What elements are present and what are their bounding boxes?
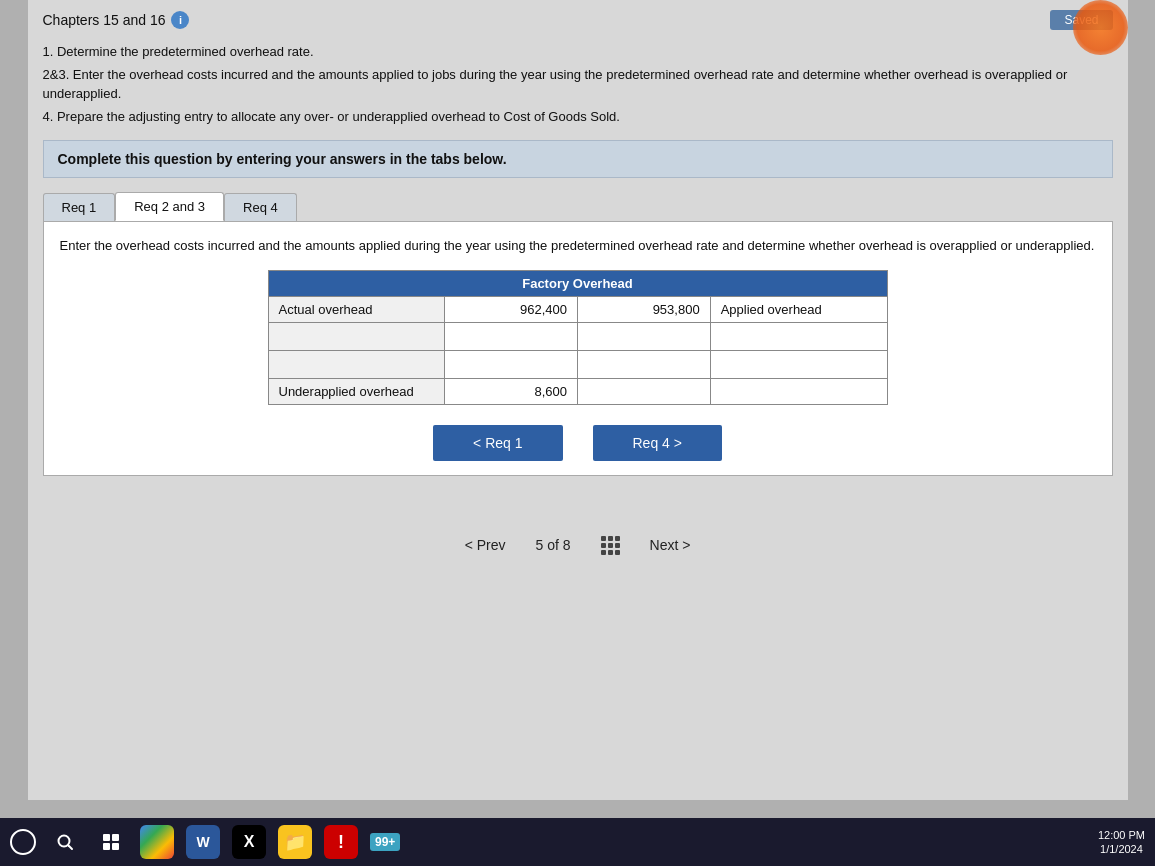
header-row: Chapters 15 and 16 i Saved: [43, 10, 1113, 30]
taskbar-notification-badge[interactable]: 99+: [370, 833, 400, 851]
table-row: Actual overhead 962,400 953,800 Applied …: [268, 296, 887, 322]
chapter-title-text: Chapters 15 and 16: [43, 12, 166, 28]
chapter-title: Chapters 15 and 16 i: [43, 11, 190, 29]
instruction-box-text: Complete this question by entering your …: [58, 151, 507, 167]
row3-left-label: [268, 350, 445, 378]
taskbar-time-value: 12:00 PM: [1098, 828, 1145, 842]
row4-left-value[interactable]: 8,600: [445, 378, 578, 404]
page-info: 5 of 8: [535, 537, 570, 553]
grid-dot: [615, 536, 620, 541]
row2-right-value[interactable]: [577, 322, 710, 350]
taskbar-time: 12:00 PM 1/1/2024: [1098, 828, 1145, 857]
tab-description: Enter the overhead costs incurred and th…: [60, 236, 1096, 256]
row1-right-label: Applied overhead: [710, 296, 887, 322]
row2-right-label: [710, 322, 887, 350]
taskbar-circle-icon[interactable]: [10, 829, 36, 855]
table-row: Underapplied overhead 8,600: [268, 378, 887, 404]
taskbar-taskview-icon[interactable]: [94, 825, 128, 859]
next-page-button[interactable]: Next >: [650, 537, 691, 553]
svg-line-1: [69, 846, 73, 850]
row1-left-value[interactable]: 962,400: [445, 296, 578, 322]
taskbar-right-section: 12:00 PM 1/1/2024: [1098, 828, 1145, 857]
tab-req1[interactable]: Req 1: [43, 193, 116, 221]
tabs-row: Req 1 Req 2 and 3 Req 4: [43, 192, 1113, 221]
svg-rect-5: [112, 843, 119, 850]
prev-page-button[interactable]: < Prev: [465, 537, 506, 553]
row1-left-label: Actual overhead: [268, 296, 445, 322]
req-nav-buttons: < Req 1 Req 4 >: [60, 425, 1096, 461]
grid-dot: [601, 550, 606, 555]
grid-dot: [608, 536, 613, 541]
row4-left-label: Underapplied overhead: [268, 378, 445, 404]
taskbar-chrome-app[interactable]: [140, 825, 174, 859]
grid-dot: [601, 543, 606, 548]
taskbar-search-icon[interactable]: [48, 825, 82, 859]
row4-right-label: [710, 378, 887, 404]
svg-rect-2: [103, 834, 110, 841]
tab-req4[interactable]: Req 4: [224, 193, 297, 221]
prev-req-button[interactable]: < Req 1: [433, 425, 562, 461]
table-row: [268, 350, 887, 378]
row1-right-value[interactable]: 953,800: [577, 296, 710, 322]
table-row: [268, 322, 887, 350]
taskbar-date-value: 1/1/2024: [1098, 842, 1145, 856]
main-container: Chapters 15 and 16 i Saved 1. Determine …: [28, 0, 1128, 800]
grid-dot: [608, 543, 613, 548]
table-header: Factory Overhead: [268, 270, 887, 296]
grid-dot: [601, 536, 606, 541]
svg-rect-4: [103, 843, 110, 850]
instruction-box: Complete this question by entering your …: [43, 140, 1113, 178]
grid-dot: [615, 550, 620, 555]
factory-overhead-table-section: Factory Overhead Actual overhead 962,400…: [60, 270, 1096, 405]
instruction-line3: 4. Prepare the adjusting entry to alloca…: [43, 107, 1113, 127]
svg-rect-3: [112, 834, 119, 841]
instruction-line1: 1. Determine the predetermined overhead …: [43, 42, 1113, 62]
row2-left-label: [268, 322, 445, 350]
tab-content: Enter the overhead costs incurred and th…: [43, 221, 1113, 476]
taskbar-x-app[interactable]: X: [232, 825, 266, 859]
decorative-blob: [1073, 0, 1128, 55]
factory-overhead-table: Factory Overhead Actual overhead 962,400…: [268, 270, 888, 405]
grid-dot: [608, 550, 613, 555]
row4-right-value[interactable]: [577, 378, 710, 404]
row3-right-label: [710, 350, 887, 378]
taskbar-word-app[interactable]: W: [186, 825, 220, 859]
row3-left-value[interactable]: [445, 350, 578, 378]
row2-left-value[interactable]: [445, 322, 578, 350]
taskbar-alert-app[interactable]: !: [324, 825, 358, 859]
row3-right-value[interactable]: [577, 350, 710, 378]
tab-req2and3[interactable]: Req 2 and 3: [115, 192, 224, 221]
next-req-button[interactable]: Req 4 >: [593, 425, 722, 461]
grid-icon[interactable]: [601, 536, 620, 555]
bottom-nav: < Prev 5 of 8 Next >: [43, 536, 1113, 555]
grid-dot: [615, 543, 620, 548]
info-icon[interactable]: i: [171, 11, 189, 29]
taskbar: W X 📁 ! 99+ 12:00 PM 1/1/2024: [0, 818, 1155, 866]
taskbar-folder-app[interactable]: 📁: [278, 825, 312, 859]
instruction-line2: 2&3. Enter the overhead costs incurred a…: [43, 65, 1113, 104]
instructions-block: 1. Determine the predetermined overhead …: [43, 42, 1113, 126]
